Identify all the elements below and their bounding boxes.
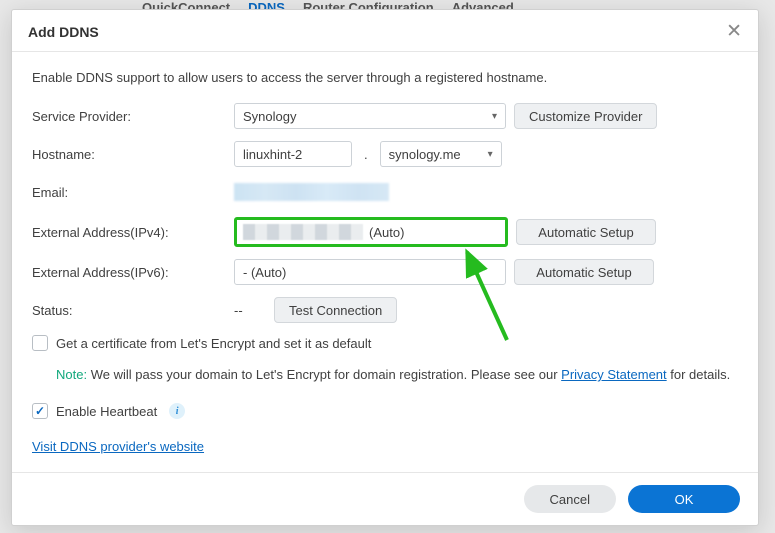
heartbeat-checkbox[interactable] (32, 403, 48, 419)
ipv4-value-redacted (243, 224, 363, 240)
heartbeat-label: Enable Heartbeat (56, 404, 157, 419)
visit-provider-link[interactable]: Visit DDNS provider's website (32, 439, 204, 454)
provider-select[interactable]: Synology ▾ (234, 103, 506, 129)
hostname-input[interactable] (234, 141, 352, 167)
domain-select-value: synology.me (389, 147, 461, 162)
row-provider: Service Provider: Synology ▾ Customize P… (32, 103, 738, 129)
dialog-header: Add DDNS ✕ (12, 10, 758, 52)
dialog-footer: Cancel OK (12, 472, 758, 525)
label-provider: Service Provider: (32, 109, 234, 124)
row-email: Email: (32, 179, 738, 205)
letsencrypt-checkbox[interactable] (32, 335, 48, 351)
close-icon[interactable]: ✕ (726, 22, 742, 41)
ipv4-auto-text: (Auto) (369, 225, 404, 240)
note-text-2: for details. (667, 367, 731, 382)
domain-select[interactable]: synology.me ▾ (380, 141, 502, 167)
label-hostname: Hostname: (32, 147, 234, 162)
label-ipv6: External Address(IPv6): (32, 265, 234, 280)
ipv6-input[interactable]: - (Auto) (234, 259, 506, 285)
intro-text: Enable DDNS support to allow users to ac… (32, 70, 738, 85)
ipv4-auto-setup-button[interactable]: Automatic Setup (516, 219, 656, 245)
add-ddns-dialog: Add DDNS ✕ Enable DDNS support to allow … (11, 9, 759, 526)
row-heartbeat: Enable Heartbeat i (32, 403, 738, 419)
ipv6-value: - (Auto) (243, 265, 286, 280)
cancel-button[interactable]: Cancel (524, 485, 616, 513)
note-label: Note: (56, 367, 87, 382)
ok-button[interactable]: OK (628, 485, 740, 513)
row-ipv6: External Address(IPv6): - (Auto) Automat… (32, 259, 738, 285)
provider-select-value: Synology (243, 109, 296, 124)
row-letsencrypt: Get a certificate from Let's Encrypt and… (32, 335, 738, 351)
privacy-statement-link[interactable]: Privacy Statement (561, 367, 667, 382)
customize-provider-button[interactable]: Customize Provider (514, 103, 657, 129)
letsencrypt-note: Note: We will pass your domain to Let's … (56, 365, 738, 385)
status-value: -- (234, 303, 266, 318)
email-value-redacted (234, 183, 389, 201)
hostname-dot: . (360, 147, 372, 162)
chevron-down-icon: ▾ (492, 111, 497, 122)
label-ipv4: External Address(IPv4): (32, 225, 234, 240)
dialog-body: Enable DDNS support to allow users to ac… (12, 52, 758, 472)
test-connection-button[interactable]: Test Connection (274, 297, 397, 323)
row-status: Status: -- Test Connection (32, 297, 738, 323)
letsencrypt-label: Get a certificate from Let's Encrypt and… (56, 336, 371, 351)
ipv4-input-highlighted[interactable]: (Auto) (234, 217, 508, 247)
label-status: Status: (32, 303, 234, 318)
chevron-down-icon: ▾ (488, 149, 493, 160)
ipv6-auto-setup-button[interactable]: Automatic Setup (514, 259, 654, 285)
row-ipv4: External Address(IPv4): (Auto) Automatic… (32, 217, 738, 247)
dialog-title: Add DDNS (28, 24, 99, 40)
info-icon[interactable]: i (169, 403, 185, 419)
note-text-1: We will pass your domain to Let's Encryp… (87, 367, 561, 382)
row-hostname: Hostname: . synology.me ▾ (32, 141, 738, 167)
label-email: Email: (32, 185, 234, 200)
